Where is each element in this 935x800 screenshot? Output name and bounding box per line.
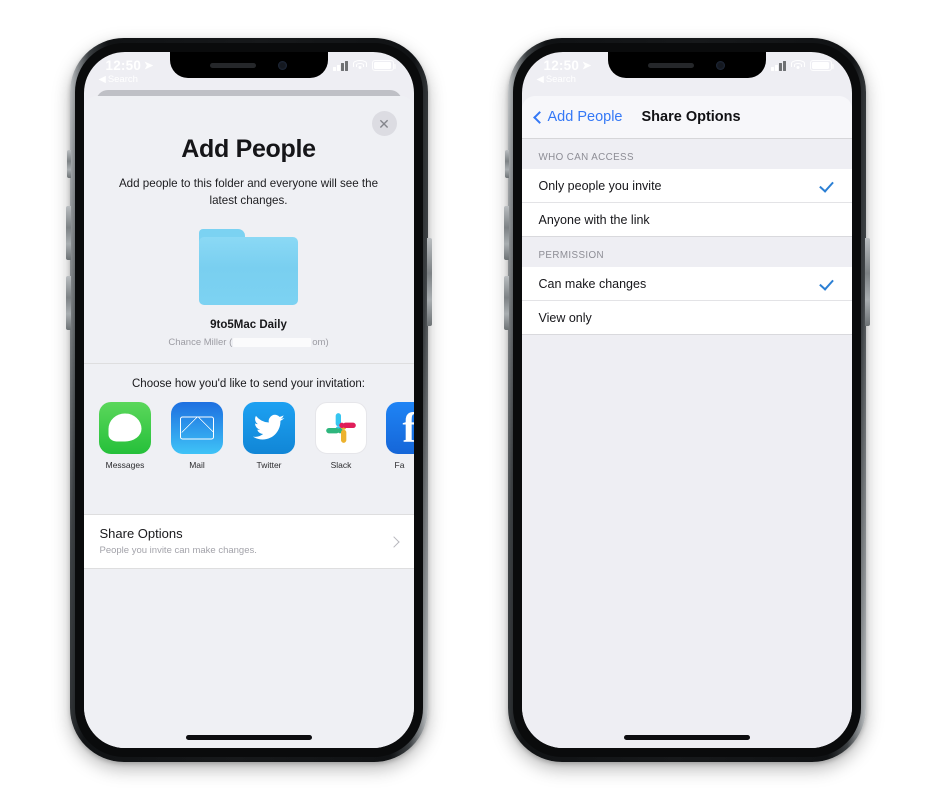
share-app-messages[interactable]: Messages [98,401,153,470]
list-item-label: Only people you invite [538,178,662,193]
list-item-view-only[interactable]: View only [521,301,852,335]
folder-icon [199,228,298,305]
power-button[interactable] [426,238,432,326]
list-item-label: View only [538,310,592,325]
volume-up-button[interactable] [65,206,71,260]
volume-down-button[interactable] [503,276,509,330]
front-camera [278,60,287,70]
twitter-icon [243,401,295,454]
left-phone-screen: 12:50 ➤ ◀ Search ✕ Add People Add people… [83,52,414,748]
left-phone-device: 12:50 ➤ ◀ Search ✕ Add People Add people… [65,38,432,762]
share-app-label: Messages [105,459,145,470]
share-app-mail[interactable]: Mail [170,401,225,470]
page-title: Add People [181,135,316,163]
folder-owner-suffix: om) [312,336,329,348]
sheet-divider [83,362,414,364]
checkmark-icon [818,177,834,193]
facebook-icon [385,401,414,454]
share-app-row[interactable]: Messages Mail Twitter Slack f Fa [84,401,414,470]
right-phone-bezel: 12:50 ➤ ◀ Search Add People Share Option… [512,43,861,757]
section-header-who-can-access: WHO CAN ACCESS [521,139,852,169]
home-indicator[interactable] [623,735,750,740]
share-app-facebook[interactable]: Fa [385,401,414,470]
screenshot-stage: 12:50 ➤ ◀ Search ✕ Add People Add people… [0,0,935,800]
redacted-email [233,337,312,347]
right-phone-screen: 12:50 ➤ ◀ Search Add People Share Option… [521,52,852,748]
section-list-permission: Can make changes View only [521,267,852,335]
volume-down-button[interactable] [65,276,71,330]
earpiece-speaker [648,62,694,68]
share-options-title: Share Options [99,526,183,541]
notch [169,52,328,78]
list-item-can-make-changes[interactable]: Can make changes [521,267,852,301]
share-options-subtitle: People you invite can make changes. [99,545,257,556]
share-app-label: Mail [189,459,205,470]
mail-icon [171,401,223,454]
front-camera [716,60,725,70]
notch [607,52,766,78]
folder-body [199,236,298,305]
list-item-anyone-with-the-link[interactable]: Anyone with the link [521,203,852,237]
chevron-left-icon [532,110,546,124]
list-item-label: Can make changes [538,276,647,291]
earpiece-speaker [210,62,256,68]
power-button[interactable] [864,238,870,326]
list-item-only-people-you-invite[interactable]: Only people you invite [521,169,852,203]
mute-switch[interactable] [66,150,71,178]
left-phone-bezel: 12:50 ➤ ◀ Search ✕ Add People Add people… [74,43,423,757]
share-app-label: Twitter [256,459,282,470]
sheet-subtitle: Add people to this folder and everyone w… [118,177,379,207]
share-app-slack[interactable]: Slack [314,401,369,470]
settings-list-container: WHO CAN ACCESS Only people you invite An… [521,139,852,748]
close-icon[interactable]: ✕ [371,111,397,136]
share-app-twitter[interactable]: Twitter [242,401,297,470]
home-indicator[interactable] [185,735,312,740]
slack-icon [315,401,367,454]
right-phone-device: 12:50 ➤ ◀ Search Add People Share Option… [503,38,870,762]
navigation-bar: Add People Share Options [521,96,852,139]
folder-preview: 9to5Mac Daily Chance Miller ( om) [84,228,414,348]
messages-icon [99,401,151,454]
folder-owner: Chance Miller ( om) [84,337,414,348]
share-options-row[interactable]: Share Options People you invite can make… [83,514,414,569]
back-button[interactable]: Add People [532,109,623,125]
folder-name: 9to5Mac Daily [210,318,287,331]
folder-owner-prefix: Chance Miller ( [168,336,233,348]
add-people-sheet: ✕ Add People Add people to this folder a… [83,96,414,748]
volume-up-button[interactable] [503,206,509,260]
list-item-label: Anyone with the link [538,212,650,227]
back-button-label: Add People [547,109,623,125]
mute-switch[interactable] [504,150,509,178]
invite-method-label: Choose how you'd like to send your invit… [132,377,365,390]
share-app-label: Slack [330,459,352,470]
checkmark-icon [818,275,834,291]
share-app-label: Fa [394,459,405,470]
page-title: Share Options [641,109,741,125]
section-list-who-can-access: Only people you invite Anyone with the l… [521,169,852,237]
section-header-permission: PERMISSION [521,237,852,267]
